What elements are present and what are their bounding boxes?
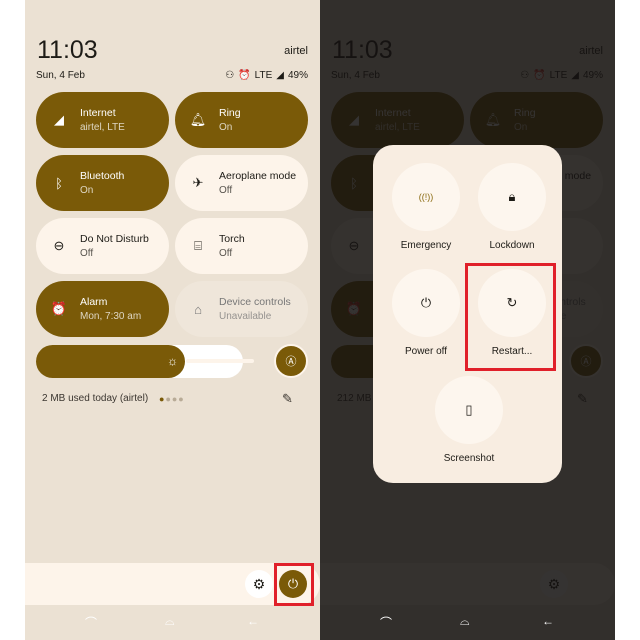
tile-title: Do Not Disturb: [80, 233, 149, 245]
emergency-label: Emergency: [400, 240, 452, 251]
power_off-label: Power off: [404, 346, 448, 357]
tile-subtitle: Mon, 7:30 am: [80, 311, 142, 322]
network-label: LTE: [254, 70, 273, 81]
gear-icon: ⚙: [252, 575, 266, 592]
tile-bluetooth[interactable]: ᛒ Bluetooth On: [36, 155, 169, 211]
hotspot-icon: ⚇: [225, 70, 235, 81]
tile-subtitle: On: [80, 185, 94, 196]
status-icons: ⚇ ⏰ LTE ◢ 49%: [225, 70, 308, 81]
power-off-button[interactable]: ⏻ Power off: [391, 269, 461, 357]
carrier-label: airtel: [284, 45, 308, 57]
auto-brightness-icon: Ⓐ: [285, 356, 297, 368]
flashlight-icon: ⌸: [194, 238, 202, 253]
tile-do-not-disturb[interactable]: ⊖ Do Not Disturb Off: [36, 218, 169, 274]
tile-internet[interactable]: ◢ Internet airtel, LTE: [36, 92, 169, 148]
auto-brightness-button[interactable]: Ⓐ: [274, 344, 308, 378]
alarm-icon: ⏰: [238, 70, 251, 81]
brightness-fill: [36, 345, 186, 378]
signal-icon: ◢: [276, 70, 284, 81]
highlight-box: [274, 563, 314, 606]
tile-subtitle: Off: [80, 248, 94, 259]
home-icon: ⌂: [194, 301, 202, 317]
recents-nav-icon[interactable]: ⌒: [85, 614, 97, 631]
airplane-icon: ✈: [192, 175, 204, 190]
brightness-slider[interactable]: ☼: [36, 345, 254, 378]
brightness-icon: ☼: [167, 354, 178, 368]
brightness-track: [186, 359, 254, 363]
battery-label: 49%: [287, 70, 308, 81]
quick-settings-panel: 11:03 airtel Sun, 4 Feb ⚇ ⏰ LTE ◢ 49% ◢ I…: [25, 0, 320, 640]
tile-title: Torch: [219, 233, 245, 245]
tile-title: Device controls: [219, 296, 291, 308]
lockdown-button[interactable]: 🔒︎ Lockdown: [477, 163, 547, 251]
tile-title: Ring: [219, 107, 241, 119]
emergency-button[interactable]: ((!)) Emergency: [391, 163, 461, 251]
bluetooth-icon: ᛒ: [55, 175, 63, 191]
tile-device-controls[interactable]: ⌂ Device controls Unavailable: [175, 281, 308, 337]
data-usage-label: 2 MB used today (airtel): [42, 393, 149, 404]
lockdown-label: Lockdown: [489, 240, 535, 251]
back-nav-icon: ←: [542, 614, 554, 628]
screenshot-label: Screenshot: [443, 453, 495, 464]
settings-button[interactable]: ⚙: [245, 570, 273, 598]
power-icon: ⏻: [420, 295, 432, 310]
dnd-icon: ⊖: [53, 238, 65, 253]
tile-subtitle: Off: [219, 185, 233, 196]
clock: 11:03: [37, 36, 98, 64]
tile-title: Internet: [80, 107, 116, 119]
tile-aeroplane-mode[interactable]: ✈ Aeroplane mode Off: [175, 155, 308, 211]
home-nav-icon[interactable]: ⌓: [165, 614, 175, 629]
tile-subtitle: airtel, LTE: [80, 122, 125, 133]
tile-torch[interactable]: ⌸ Torch Off: [175, 218, 308, 274]
tile-title: Aeroplane mode: [219, 170, 297, 182]
date-label: Sun, 4 Feb: [36, 70, 85, 81]
tile-alarm[interactable]: ⏰ Alarm Mon, 7:30 am: [36, 281, 169, 337]
bell-icon: 🔔︎: [189, 112, 207, 127]
tile-subtitle: Off: [219, 248, 233, 259]
lock-icon: 🔒︎: [508, 189, 516, 204]
power-menu-screen: 11:03 airtel Sun, 4 Feb ⚇ ⏰ LTE ◢ 49% ◢I…: [320, 0, 615, 640]
alarm-icon: ⏰: [50, 301, 68, 316]
screenshot-button[interactable]: ▯ Screenshot: [434, 376, 504, 464]
edit-icon[interactable]: ✎: [282, 391, 293, 407]
tile-subtitle: On: [219, 122, 233, 133]
signal-icon: ◢: [54, 112, 64, 127]
screenshot-icon: ▯: [465, 402, 473, 417]
tile-ring[interactable]: 🔔︎ Ring On: [175, 92, 308, 148]
home-nav-icon: ⌓: [460, 614, 470, 628]
tile-subtitle: Unavailable: [219, 311, 272, 322]
recents-nav-icon: ⌒: [380, 616, 393, 630]
highlight-box: [465, 263, 556, 371]
back-nav-icon[interactable]: ←: [247, 614, 259, 628]
tile-title: Alarm: [80, 296, 108, 308]
emergency-icon: ((!)): [418, 192, 434, 202]
tile-title: Bluetooth: [80, 170, 125, 182]
page-indicator[interactable]: ●●●●: [159, 394, 185, 404]
